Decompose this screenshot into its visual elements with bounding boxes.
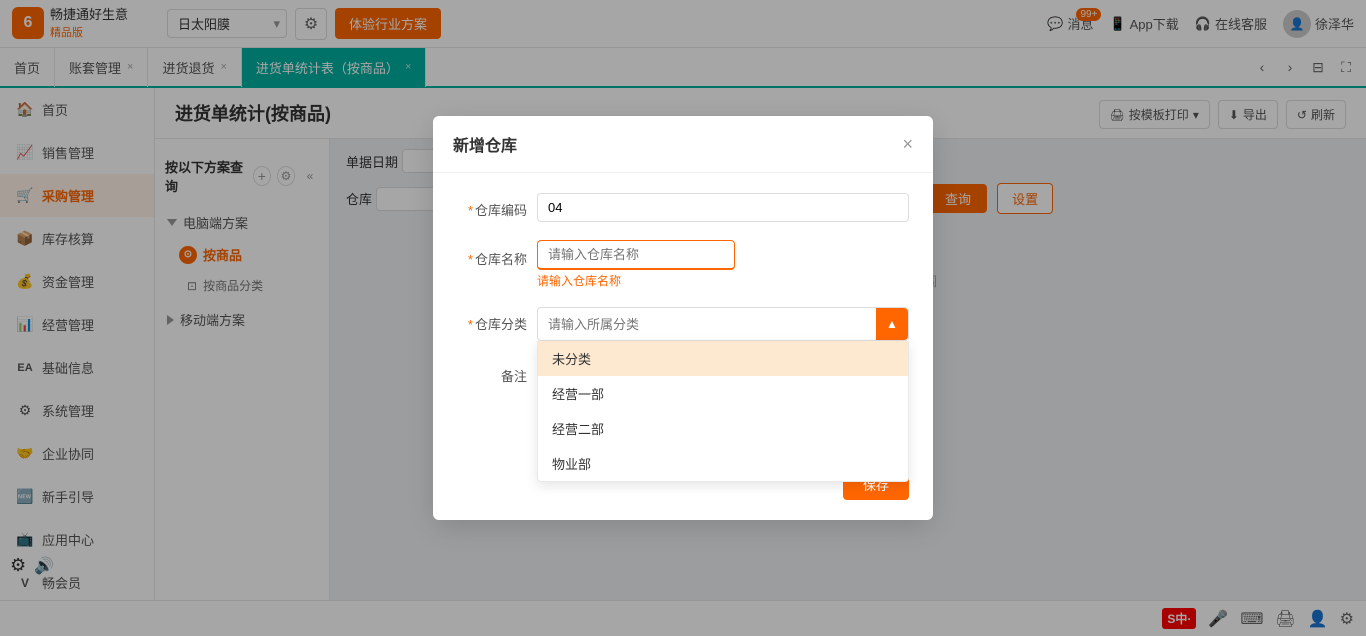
category-input[interactable] [538, 311, 876, 338]
modal-close-button[interactable]: × [902, 135, 913, 153]
code-form-row: 仓库编码 [457, 193, 909, 222]
modal-body: 仓库编码 仓库名称 请输入仓库名称 仓库分类 ▲ [433, 173, 933, 457]
code-input[interactable] [537, 193, 909, 222]
modal-title: 新增仓库 [453, 132, 517, 156]
category-input-wrap: ▲ [537, 307, 909, 341]
remark-label: 备注 [457, 359, 537, 385]
cat-option-property[interactable]: 物业部 [538, 446, 908, 481]
cat-option-unclassified[interactable]: 未分类 [538, 341, 908, 376]
category-field: ▲ 未分类 经营一部 经营二部 物业部 [537, 307, 909, 341]
modal-overlay[interactable]: 新增仓库 × 仓库编码 仓库名称 请输入仓库名称 仓库分类 [0, 0, 1366, 636]
name-field-row: 仓库名称 [457, 240, 735, 270]
name-input[interactable] [537, 240, 735, 270]
name-error-message: 请输入仓库名称 [537, 272, 621, 289]
modal-header: 新增仓库 × [433, 116, 933, 173]
category-form-row: 仓库分类 ▲ 未分类 经营一部 经营二部 物业部 [457, 307, 909, 341]
category-dropdown-toggle[interactable]: ▲ [876, 308, 908, 340]
cat-option-dept1[interactable]: 经营一部 [538, 376, 908, 411]
cat-option-dept2[interactable]: 经营二部 [538, 411, 908, 446]
name-label: 仓库名称 [457, 242, 537, 268]
category-label: 仓库分类 [457, 307, 537, 333]
code-label: 仓库编码 [457, 193, 537, 219]
new-warehouse-modal: 新增仓库 × 仓库编码 仓库名称 请输入仓库名称 仓库分类 [433, 116, 933, 520]
category-dropdown: 未分类 经营一部 经营二部 物业部 [537, 341, 909, 482]
name-form-row: 仓库名称 请输入仓库名称 [457, 240, 909, 289]
